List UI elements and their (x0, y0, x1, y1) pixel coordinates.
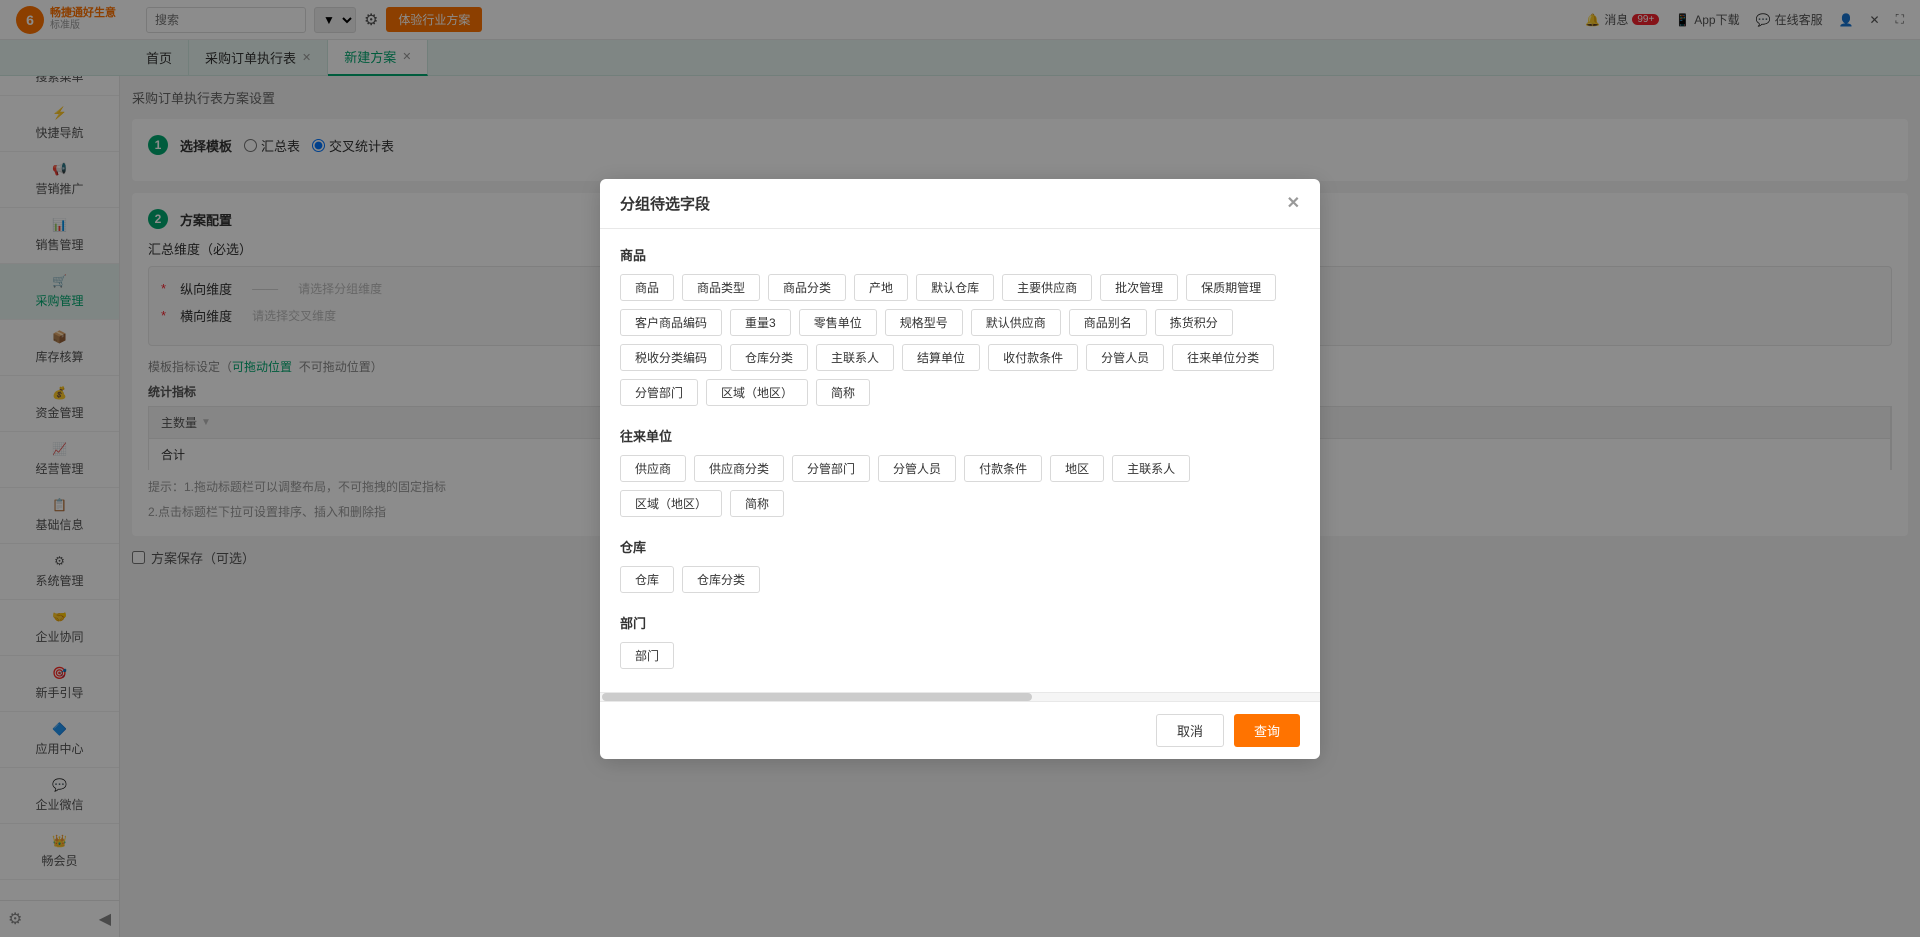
tag-batch-mgmt[interactable]: 批次管理 (1100, 274, 1178, 301)
section-goods: 商品 商品 商品类型 商品分类 产地 默认仓库 主要供应商 批次管理 保质期管理… (620, 245, 1300, 406)
tag-counterpart-category[interactable]: 往来单位分类 (1172, 344, 1274, 371)
tag-region-counterpart[interactable]: 地区 (1050, 455, 1104, 482)
section-dept: 部门 部门 (620, 613, 1300, 669)
tag-payment-terms[interactable]: 收付款条件 (988, 344, 1078, 371)
tag-payment-counterpart[interactable]: 付款条件 (964, 455, 1042, 482)
tag-main-supplier[interactable]: 主要供应商 (1002, 274, 1092, 301)
tag-spec-model[interactable]: 规格型号 (885, 309, 963, 336)
tag-settlement-unit[interactable]: 结算单位 (902, 344, 980, 371)
tag-pick-points[interactable]: 拣货积分 (1155, 309, 1233, 336)
tag-goods[interactable]: 商品 (620, 274, 674, 301)
tag-weight3[interactable]: 重量3 (730, 309, 791, 336)
tag-supplier[interactable]: 供应商 (620, 455, 686, 482)
dialog-body: 商品 商品 商品类型 商品分类 产地 默认仓库 主要供应商 批次管理 保质期管理… (600, 229, 1320, 692)
section-counterpart: 往来单位 供应商 供应商分类 分管部门 分管人员 付款条件 地区 主联系人 区域… (620, 426, 1300, 517)
tag-supplier-category[interactable]: 供应商分类 (694, 455, 784, 482)
dialog-close-btn[interactable]: ✕ (1287, 193, 1300, 213)
tag-area-counterpart[interactable]: 区域（地区） (620, 490, 722, 517)
tag-abbr-goods[interactable]: 简称 (816, 379, 870, 406)
tag-person-counterpart[interactable]: 分管人员 (878, 455, 956, 482)
tag-warehouse-category[interactable]: 仓库分类 (730, 344, 808, 371)
confirm-button[interactable]: 查询 (1234, 714, 1300, 747)
section-counterpart-title: 往来单位 (620, 426, 1300, 445)
tag-retail-unit[interactable]: 零售单位 (799, 309, 877, 336)
tag-default-warehouse[interactable]: 默认仓库 (916, 274, 994, 301)
tag-customer-code[interactable]: 客户商品编码 (620, 309, 722, 336)
tag-abbr-counterpart[interactable]: 简称 (730, 490, 784, 517)
dialog-footer: 取消 查询 (600, 701, 1320, 759)
tag-region-goods[interactable]: 区域（地区） (706, 379, 808, 406)
dialog-header: 分组待选字段 ✕ (600, 179, 1320, 229)
dialog-overlay: 分组待选字段 ✕ 商品 商品 商品类型 商品分类 产地 默认仓库 主要供应商 批… (0, 0, 1920, 937)
tag-origin[interactable]: 产地 (854, 274, 908, 301)
cancel-button[interactable]: 取消 (1156, 714, 1224, 747)
dialog-title: 分组待选字段 (620, 193, 710, 214)
section-warehouse: 仓库 仓库 仓库分类 (620, 537, 1300, 593)
tag-contact-counterpart[interactable]: 主联系人 (1112, 455, 1190, 482)
section-goods-tags: 商品 商品类型 商品分类 产地 默认仓库 主要供应商 批次管理 保质期管理 客户… (620, 274, 1300, 406)
tag-dept2[interactable]: 分管部门 (620, 379, 698, 406)
tag-dept-counterpart[interactable]: 分管部门 (792, 455, 870, 482)
section-counterpart-tags: 供应商 供应商分类 分管部门 分管人员 付款条件 地区 主联系人 区域（地区） … (620, 455, 1300, 517)
tag-main-contact[interactable]: 主联系人 (816, 344, 894, 371)
tag-goods-category[interactable]: 商品分类 (768, 274, 846, 301)
tag-default-supplier[interactable]: 默认供应商 (971, 309, 1061, 336)
section-goods-title: 商品 (620, 245, 1300, 264)
tag-warehouse-cat[interactable]: 仓库分类 (682, 566, 760, 593)
tag-goods-type[interactable]: 商品类型 (682, 274, 760, 301)
section-warehouse-title: 仓库 (620, 537, 1300, 556)
tag-tax-code[interactable]: 税收分类编码 (620, 344, 722, 371)
section-dept-title: 部门 (620, 613, 1300, 632)
tag-supervisor[interactable]: 分管人员 (1086, 344, 1164, 371)
tag-goods-alias[interactable]: 商品别名 (1069, 309, 1147, 336)
tag-expiry-mgmt[interactable]: 保质期管理 (1186, 274, 1276, 301)
field-select-dialog: 分组待选字段 ✕ 商品 商品 商品类型 商品分类 产地 默认仓库 主要供应商 批… (600, 179, 1320, 759)
dialog-hscroll[interactable] (600, 692, 1320, 701)
section-warehouse-tags: 仓库 仓库分类 (620, 566, 1300, 593)
tag-dept[interactable]: 部门 (620, 642, 674, 669)
tag-warehouse[interactable]: 仓库 (620, 566, 674, 593)
section-dept-tags: 部门 (620, 642, 1300, 669)
hscroll-thumb (602, 693, 1032, 701)
